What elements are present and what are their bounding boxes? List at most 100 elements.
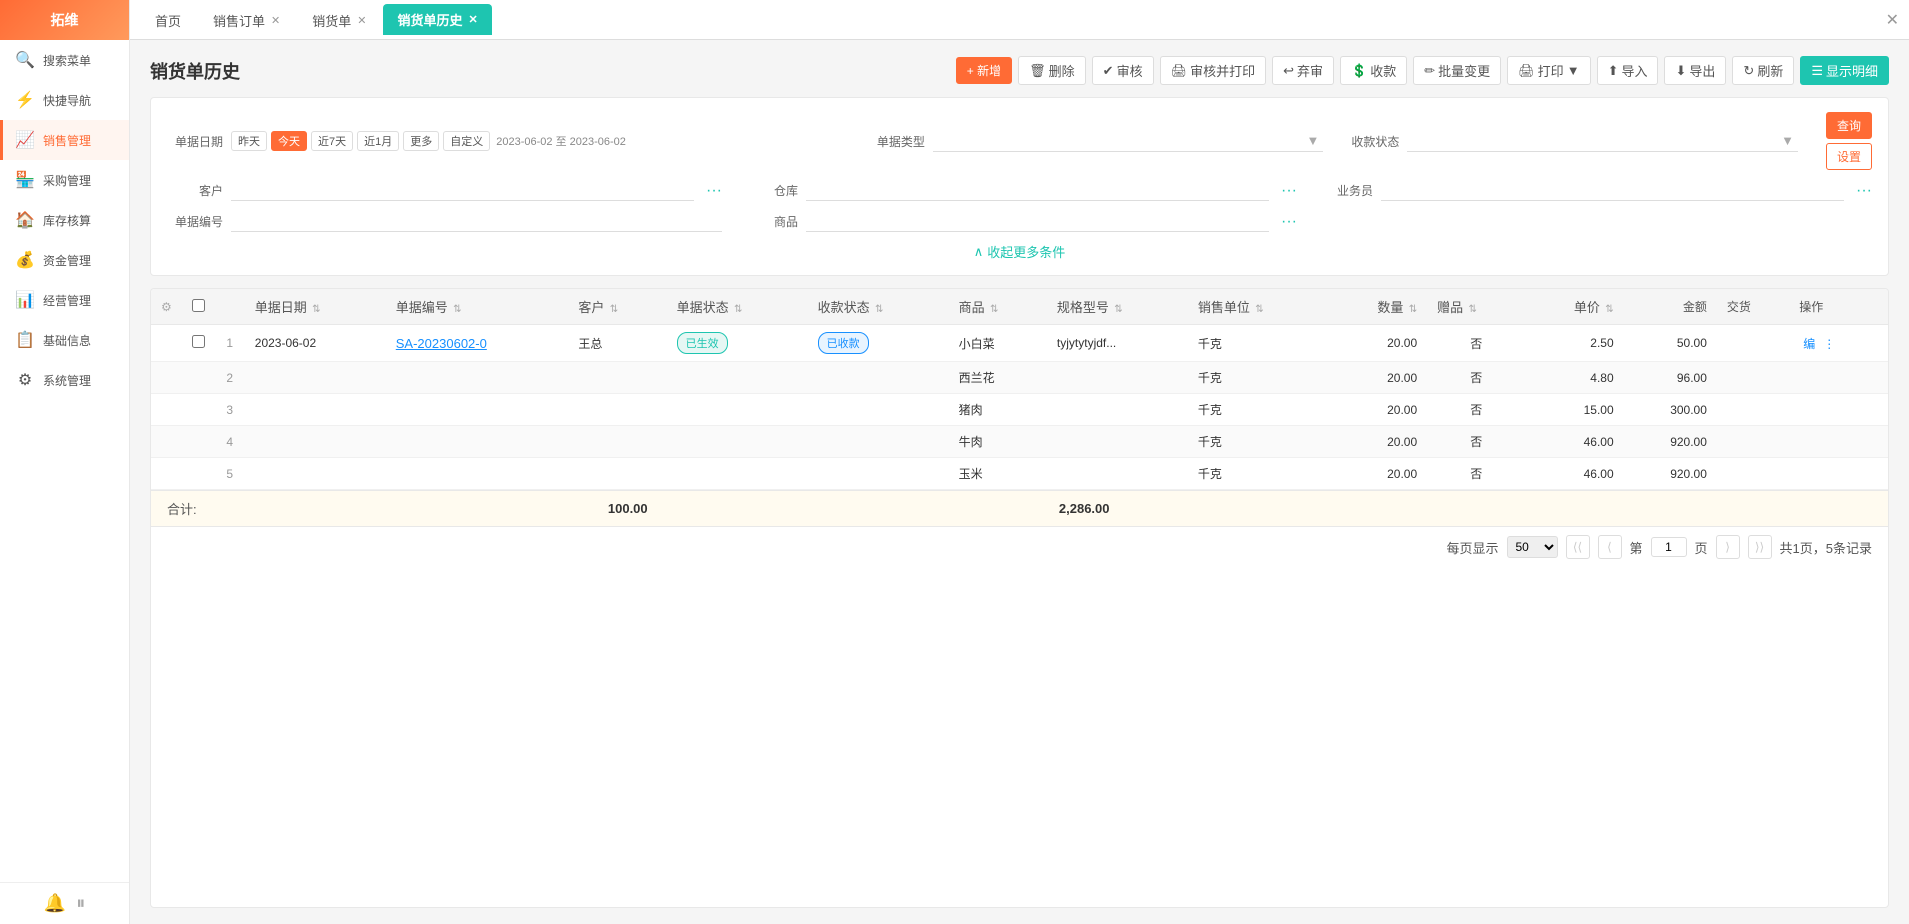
table-cell-5 xyxy=(568,394,666,426)
th-spec[interactable]: 规格型号 ⇅ xyxy=(1047,289,1188,325)
sidebar-item-quick-nav[interactable]: ⚡ 快捷导航 xyxy=(0,80,129,120)
sidebar-item-business[interactable]: 📊 经营管理 xyxy=(0,280,129,320)
delete-button[interactable]: 🗑 删除 xyxy=(1018,56,1086,85)
next-page-btn[interactable]: ⟩ xyxy=(1716,535,1740,559)
goods-select-icon[interactable]: ··· xyxy=(1281,213,1297,231)
date-btn-7days[interactable]: 近7天 xyxy=(311,131,353,151)
export-button[interactable]: ⬇ 导出 xyxy=(1664,56,1726,85)
table-checkbox-th[interactable] xyxy=(182,289,215,325)
edit-btn[interactable]: 编 xyxy=(1799,333,1819,354)
per-page-select[interactable]: 50 100 200 xyxy=(1507,536,1558,558)
tab-sales-order[interactable]: 销售订单 ✕ xyxy=(198,4,295,36)
settings-button[interactable]: 设置 xyxy=(1826,143,1872,170)
th-date[interactable]: 单据日期 ⇅ xyxy=(245,289,386,325)
sidebar-item-purchase[interactable]: 🏪 采购管理 xyxy=(0,160,129,200)
table-cell-1[interactable] xyxy=(182,458,215,490)
tab-sales-goods[interactable]: 销货单 ✕ xyxy=(297,4,381,36)
sidebar-item-base-info[interactable]: 📋 基础信息 xyxy=(0,320,129,360)
new-button[interactable]: + 新增 xyxy=(956,57,1012,84)
customer-input[interactable] xyxy=(231,180,694,201)
notification-icon[interactable]: 🔔 xyxy=(44,893,66,914)
table-cell-4[interactable]: SA-20230602-0 xyxy=(386,325,569,362)
th-doc-status[interactable]: 单据状态 ⇅ xyxy=(667,289,808,325)
last-page-btn[interactable]: ⟩⟩ xyxy=(1748,535,1772,559)
audit-button[interactable]: ✔ 审核 xyxy=(1092,56,1154,85)
table-cell-4[interactable] xyxy=(386,362,569,394)
table-cell-1[interactable] xyxy=(182,325,215,362)
table-cell-16[interactable] xyxy=(1789,426,1888,458)
collapse-button[interactable]: ∧ 收起更多条件 xyxy=(167,242,1872,261)
show-detail-button[interactable]: ☰ 显示明细 xyxy=(1800,56,1889,85)
th-qty[interactable]: 数量 ⇅ xyxy=(1329,289,1427,325)
date-btn-yesterday[interactable]: 昨天 xyxy=(231,131,267,151)
date-btn-today[interactable]: 今天 xyxy=(271,131,307,151)
sidebar-item-system[interactable]: ⚙ 系统管理 xyxy=(0,360,129,400)
th-doc-no[interactable]: 单据编号 ⇅ xyxy=(386,289,569,325)
th-unit[interactable]: 销售单位 ⇅ xyxy=(1188,289,1329,325)
date-btn-custom[interactable]: 自定义 xyxy=(443,131,490,151)
query-button[interactable]: 查询 xyxy=(1826,112,1872,139)
table-cell-14: 920.00 xyxy=(1624,426,1717,458)
tab-sales-order-close[interactable]: ✕ xyxy=(271,14,280,27)
date-btn-more[interactable]: 更多 xyxy=(403,131,439,151)
warehouse-select-icon[interactable]: ··· xyxy=(1281,182,1297,200)
print-button[interactable]: 🖨 打印 ▼ xyxy=(1507,56,1590,85)
type-select[interactable]: ▼ xyxy=(933,130,1324,152)
warehouse-input[interactable] xyxy=(806,180,1269,201)
date-btn-1month[interactable]: 近1月 xyxy=(357,131,399,151)
page-input[interactable] xyxy=(1651,537,1687,557)
more-btn[interactable]: ⋮ xyxy=(1819,335,1839,353)
table-cell-1[interactable] xyxy=(182,426,215,458)
tab-sales-goods-close[interactable]: ✕ xyxy=(357,14,366,27)
abandon-button[interactable]: ↩ 弃审 xyxy=(1272,56,1334,85)
sidebar-item-sales[interactable]: 📈 销售管理 xyxy=(0,120,129,160)
table-cell-9 xyxy=(1047,362,1188,394)
table-settings-th[interactable]: ⚙ xyxy=(151,289,182,325)
table-cell-16[interactable] xyxy=(1789,458,1888,490)
table-cell-1[interactable] xyxy=(182,394,215,426)
import-button[interactable]: ⬆ 导入 xyxy=(1597,56,1659,85)
th-price[interactable]: 单价 ⇅ xyxy=(1525,289,1623,325)
tab-sales-history[interactable]: 销货单历史 ✕ xyxy=(383,4,491,35)
status-select[interactable]: ▼ xyxy=(1407,130,1798,152)
row-checkbox[interactable] xyxy=(192,335,205,348)
first-page-btn[interactable]: ⟨⟨ xyxy=(1566,535,1590,559)
inventory-icon: 🏠 xyxy=(15,210,35,230)
table-cell-16[interactable] xyxy=(1789,394,1888,426)
table-cell-4[interactable] xyxy=(386,458,569,490)
th-goods[interactable]: 商品 ⇅ xyxy=(949,289,1047,325)
sales-icon: 📈 xyxy=(15,130,35,150)
sidebar-item-search[interactable]: 🔍 搜索菜单 xyxy=(0,40,129,80)
th-gift[interactable]: 赠品 ⇅ xyxy=(1427,289,1525,325)
table-cell-16[interactable] xyxy=(1789,362,1888,394)
sidebar-item-finance[interactable]: 💰 资金管理 xyxy=(0,240,129,280)
table-cell-4[interactable] xyxy=(386,426,569,458)
batch-change-button[interactable]: ✏ 批量变更 xyxy=(1413,56,1501,85)
sort-icon: ⇅ xyxy=(875,304,883,315)
th-customer[interactable]: 客户 ⇅ xyxy=(568,289,666,325)
table-cell-4[interactable] xyxy=(386,394,569,426)
sort-icon: ⇅ xyxy=(312,304,320,315)
table-cell-16[interactable]: 编⋮ xyxy=(1789,325,1888,362)
customer-select-icon[interactable]: ··· xyxy=(706,182,722,200)
staff-input[interactable] xyxy=(1381,180,1844,201)
staff-select-icon[interactable]: ··· xyxy=(1856,182,1872,200)
docno-input[interactable] xyxy=(231,211,722,232)
tabs-bar-close-btn[interactable]: ✕ xyxy=(1886,10,1899,30)
refresh-button[interactable]: ↻ 刷新 xyxy=(1732,56,1794,85)
table-cell-0 xyxy=(151,325,182,362)
doc-no-link[interactable]: SA-20230602-0 xyxy=(396,336,487,351)
audit-print-button[interactable]: 🖨 审核并打印 xyxy=(1160,56,1267,85)
tab-home[interactable]: 首页 xyxy=(140,4,196,36)
select-all-checkbox[interactable] xyxy=(192,299,205,312)
sidebar-item-inventory[interactable]: 🏠 库存核算 xyxy=(0,200,129,240)
pause-icon[interactable]: ⏸ xyxy=(76,893,85,914)
collect-button[interactable]: 💲 收款 xyxy=(1340,56,1407,85)
table-cell-7 xyxy=(808,426,949,458)
tab-sales-history-close[interactable]: ✕ xyxy=(469,13,478,26)
goods-input[interactable] xyxy=(806,211,1269,232)
table-cell-8: 玉米 xyxy=(949,458,1047,490)
table-cell-1[interactable] xyxy=(182,362,215,394)
th-pay-status[interactable]: 收款状态 ⇅ xyxy=(808,289,949,325)
prev-page-btn[interactable]: ⟨ xyxy=(1598,535,1622,559)
